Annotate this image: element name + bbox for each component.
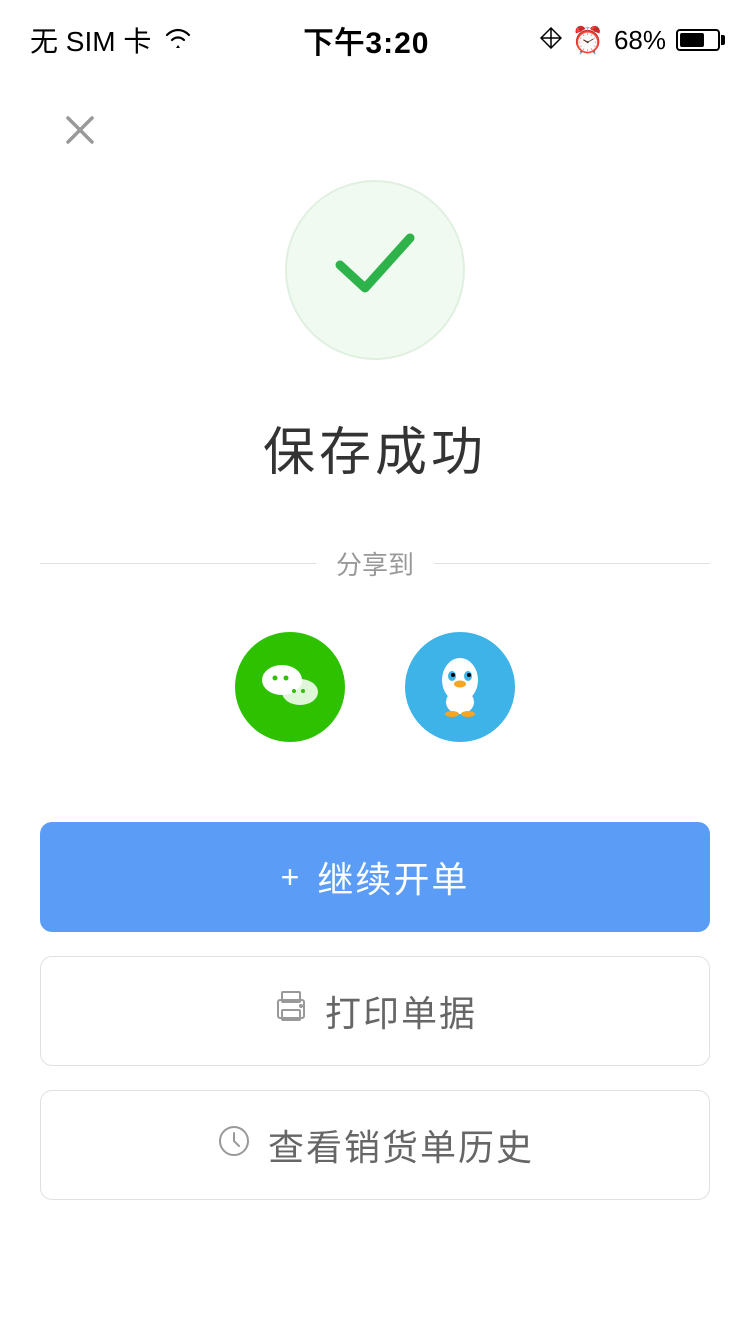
continue-button[interactable]: + 继续开单 <box>40 822 710 932</box>
battery-percent: 68% <box>614 25 666 56</box>
status-time: 下午3:20 <box>303 18 429 62</box>
status-bar: 无 SIM 卡 下午3:20 ⏰ 68% <box>0 0 750 80</box>
print-button[interactable]: 打印单据 <box>40 956 710 1066</box>
divider-right <box>434 563 710 564</box>
share-section: 分享到 <box>0 545 750 742</box>
alarm-icon: ⏰ <box>572 25 604 56</box>
status-left: 无 SIM 卡 <box>30 20 193 60</box>
success-icon-wrapper <box>285 180 465 360</box>
wifi-icon <box>163 25 193 56</box>
action-buttons: + 继续开单 打印单据 查看销货单历史 <box>0 822 750 1200</box>
continue-label: 继续开单 <box>317 851 469 903</box>
share-divider: 分享到 <box>40 545 710 582</box>
success-title: 保存成功 <box>263 410 487 485</box>
share-icons <box>40 632 710 742</box>
battery-icon <box>676 29 720 51</box>
plus-icon: + <box>281 859 302 896</box>
status-right: ⏰ 68% <box>540 25 720 56</box>
divider-left <box>40 563 316 564</box>
history-icon <box>216 1123 252 1167</box>
main-content: 保存成功 分享到 <box>0 80 750 1200</box>
print-label: 打印单据 <box>325 985 477 1037</box>
qq-share-button[interactable] <box>405 632 515 742</box>
print-icon <box>273 990 309 1032</box>
sim-status: 无 SIM 卡 <box>30 20 151 60</box>
history-button[interactable]: 查看销货单历史 <box>40 1090 710 1200</box>
close-button[interactable] <box>50 100 110 160</box>
checkmark-icon <box>330 223 420 318</box>
location-icon <box>540 25 562 56</box>
history-label: 查看销货单历史 <box>268 1119 534 1171</box>
share-label: 分享到 <box>336 545 414 582</box>
wechat-share-button[interactable] <box>235 632 345 742</box>
